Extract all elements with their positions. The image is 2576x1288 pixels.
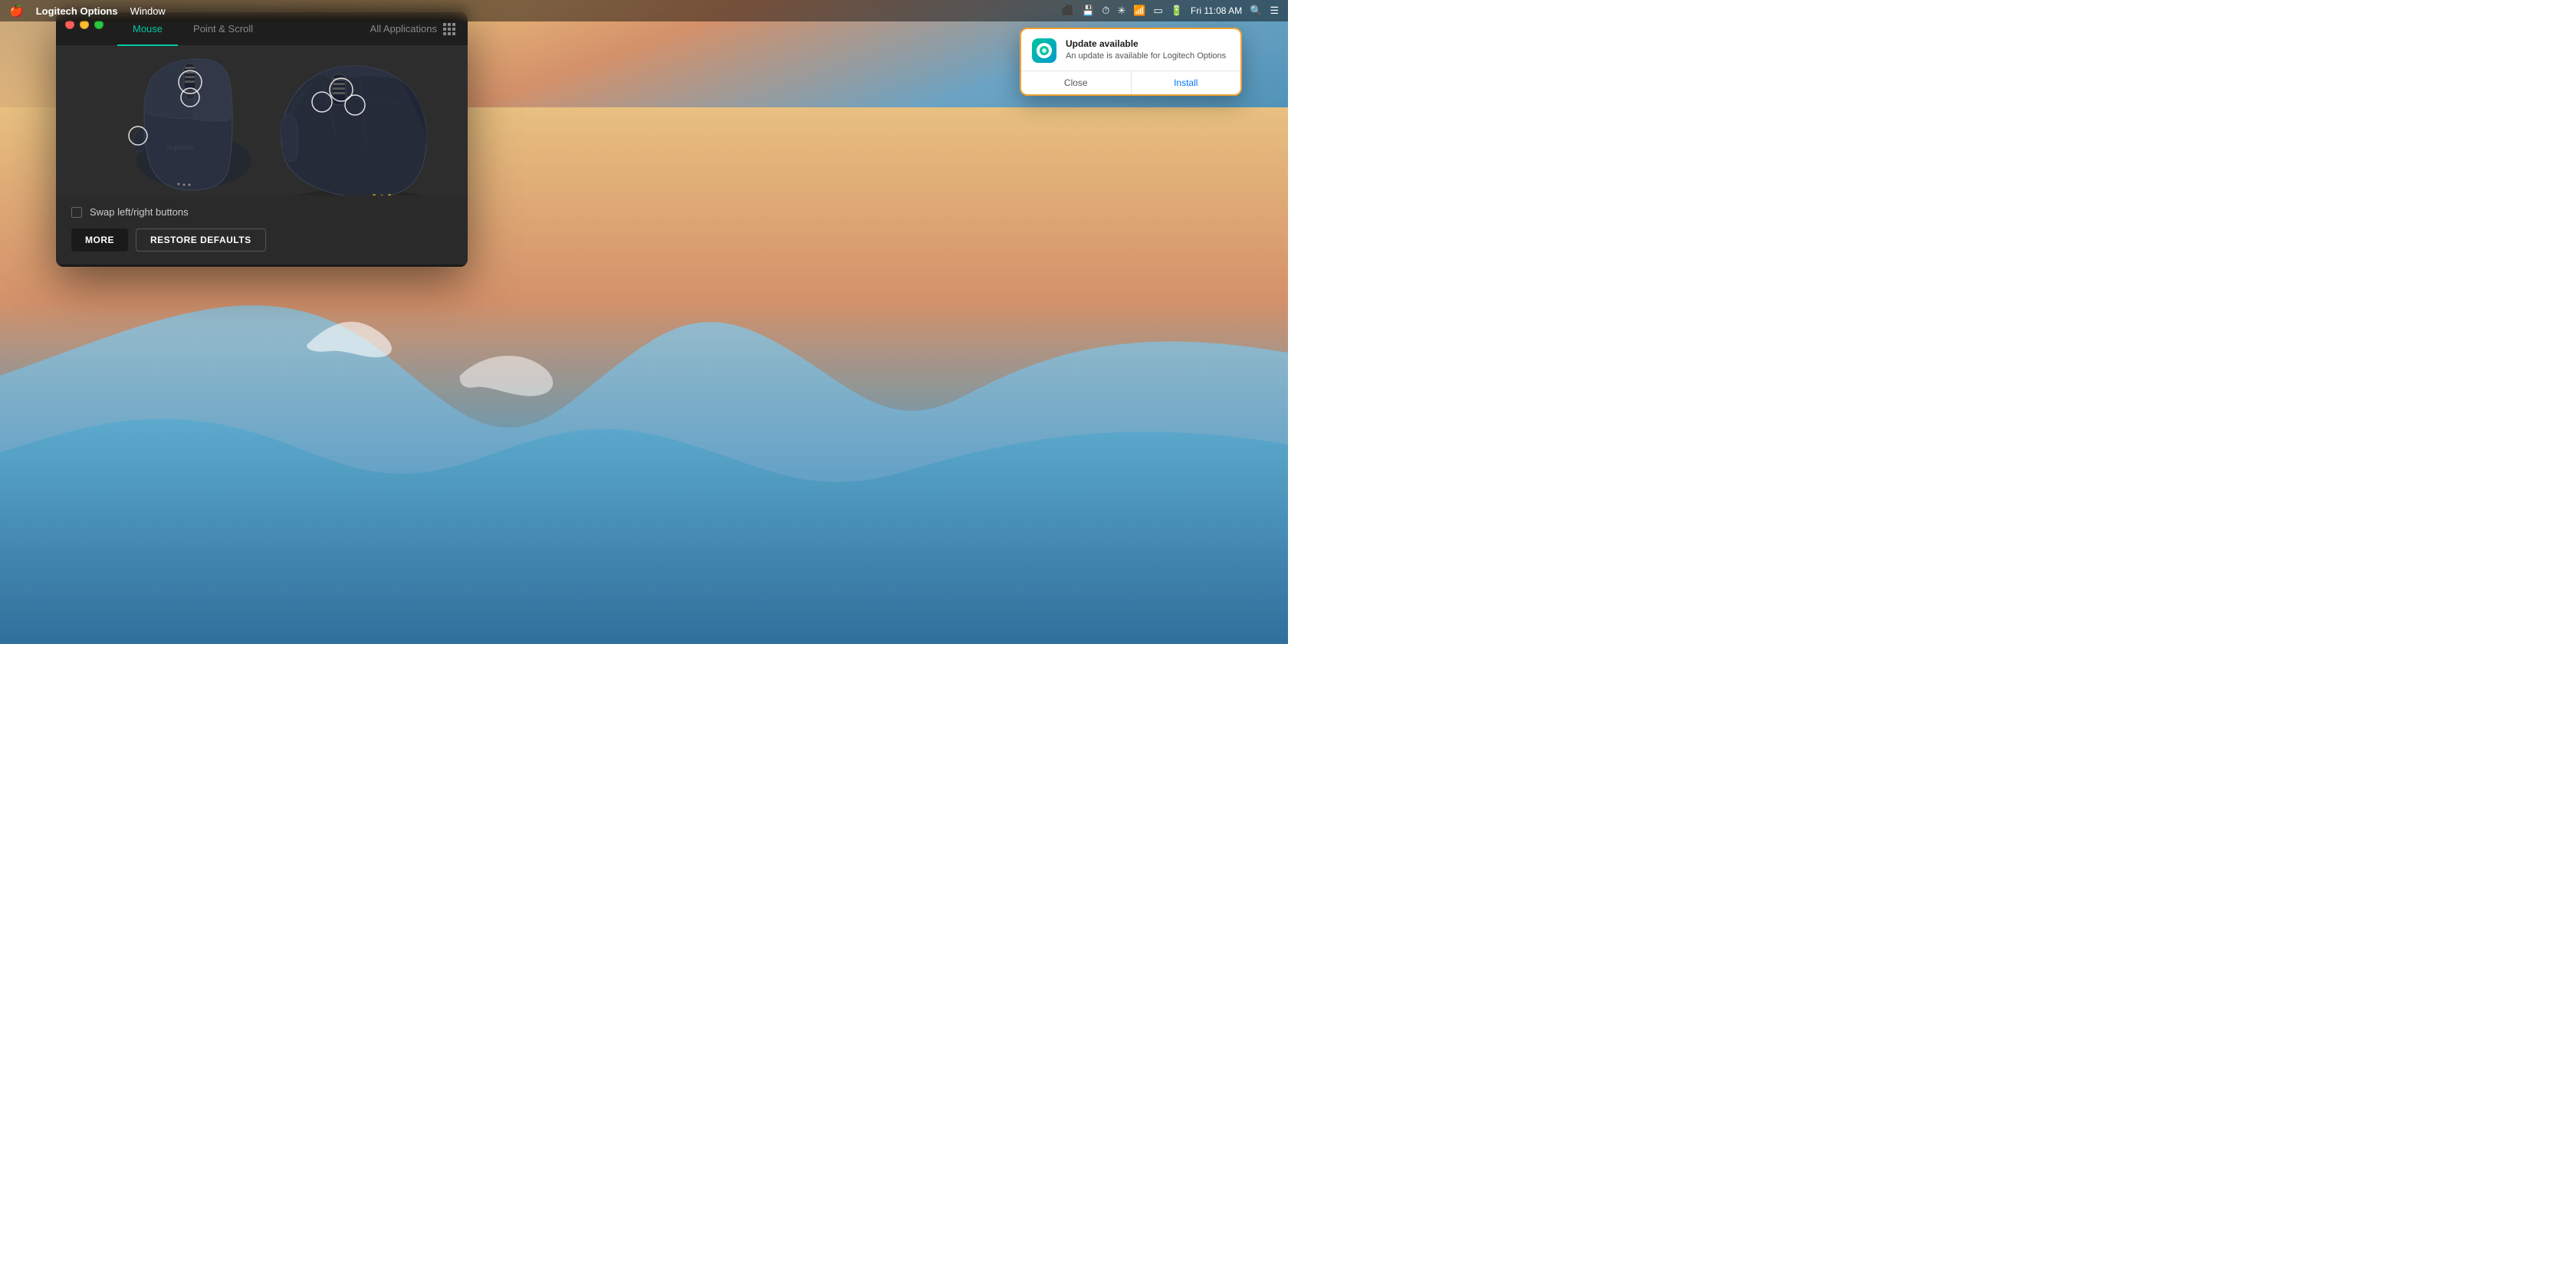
grid-dot [443, 23, 446, 26]
more-button[interactable]: MORE [71, 228, 128, 251]
grid-dot [443, 28, 446, 31]
applications-grid-icon[interactable] [443, 23, 455, 35]
spotlight-icon[interactable]: 🔍 [1250, 5, 1262, 17]
desktop: 🍎 Logitech Options Window ⬛ 💾 ⏱ ✳ 📶 ▭ 🔋 … [0, 0, 1288, 644]
grid-dot [443, 32, 446, 35]
hdd-icon: 💾 [1082, 5, 1094, 17]
notification-body: Update available An update is available … [1021, 29, 1240, 71]
airplay-icon: ▭ [1154, 5, 1163, 17]
clock-time: Fri 11:08 AM [1191, 5, 1242, 16]
wifi-icon[interactable]: 📶 [1133, 5, 1145, 17]
notification-close-button[interactable]: Close [1021, 71, 1132, 94]
menubar-right: ⬛ 💾 ⏱ ✳ 📶 ▭ 🔋 Fri 11:08 AM 🔍 ☰ [1062, 5, 1279, 17]
grid-dot [452, 32, 455, 35]
menubar: 🍎 Logitech Options Window ⬛ 💾 ⏱ ✳ 📶 ▭ 🔋 … [0, 0, 1288, 21]
mouse-right-view [281, 66, 435, 196]
swap-buttons-label: Swap left/right buttons [90, 206, 189, 218]
grid-dot [448, 23, 451, 26]
clock-icon: ⏱ [1102, 5, 1109, 17]
swap-buttons-checkbox[interactable] [71, 207, 82, 218]
menu-extras-icon: ⬛ [1062, 5, 1074, 17]
notification-popup: Update available An update is available … [1020, 28, 1242, 96]
restore-defaults-button[interactable]: RESTORE DEFAULTS [136, 228, 266, 251]
notification-app-icon [1032, 38, 1056, 63]
logitech-icon [1039, 45, 1050, 56]
bluetooth-menu-icon[interactable]: ✳ [1117, 5, 1125, 17]
notification-buttons: Close Install [1021, 71, 1240, 94]
all-applications-label[interactable]: All Applications [370, 23, 437, 34]
grid-dot [448, 32, 451, 35]
mouse-svg: logitech [56, 46, 468, 196]
footer-bar: logi Wireless Mouse MX Master [56, 264, 468, 267]
button-row: MORE RESTORE DEFAULTS [71, 228, 452, 251]
mouse-display-area: logitech [56, 46, 468, 196]
app-window: Mouse Point & Scroll All Applications [56, 12, 468, 267]
notification-center-icon[interactable]: ☰ [1270, 5, 1279, 17]
grid-dot [452, 28, 455, 31]
notification-install-button[interactable]: Install [1132, 71, 1241, 94]
notification-description: An update is available for Logitech Opti… [1066, 51, 1230, 61]
notification-icon-inner [1037, 43, 1052, 58]
mouse-left-view: logitech [129, 59, 251, 190]
svg-text:logitech: logitech [167, 144, 195, 151]
grid-dot [452, 23, 455, 26]
battery-menu-icon: 🔋 [1171, 5, 1183, 17]
swap-buttons-row: Swap left/right buttons [71, 206, 452, 218]
grid-dot [448, 28, 451, 31]
notification-title: Update available [1066, 38, 1230, 49]
controls-area: Swap left/right buttons MORE RESTORE DEF… [56, 196, 468, 264]
apple-menu[interactable]: 🍎 [9, 4, 24, 18]
notification-text: Update available An update is available … [1066, 38, 1230, 61]
menubar-left: 🍎 Logitech Options Window [9, 4, 166, 18]
tab-right-area: All Applications [370, 23, 468, 35]
menubar-window-menu[interactable]: Window [130, 5, 166, 17]
menubar-app-name[interactable]: Logitech Options [36, 5, 118, 17]
